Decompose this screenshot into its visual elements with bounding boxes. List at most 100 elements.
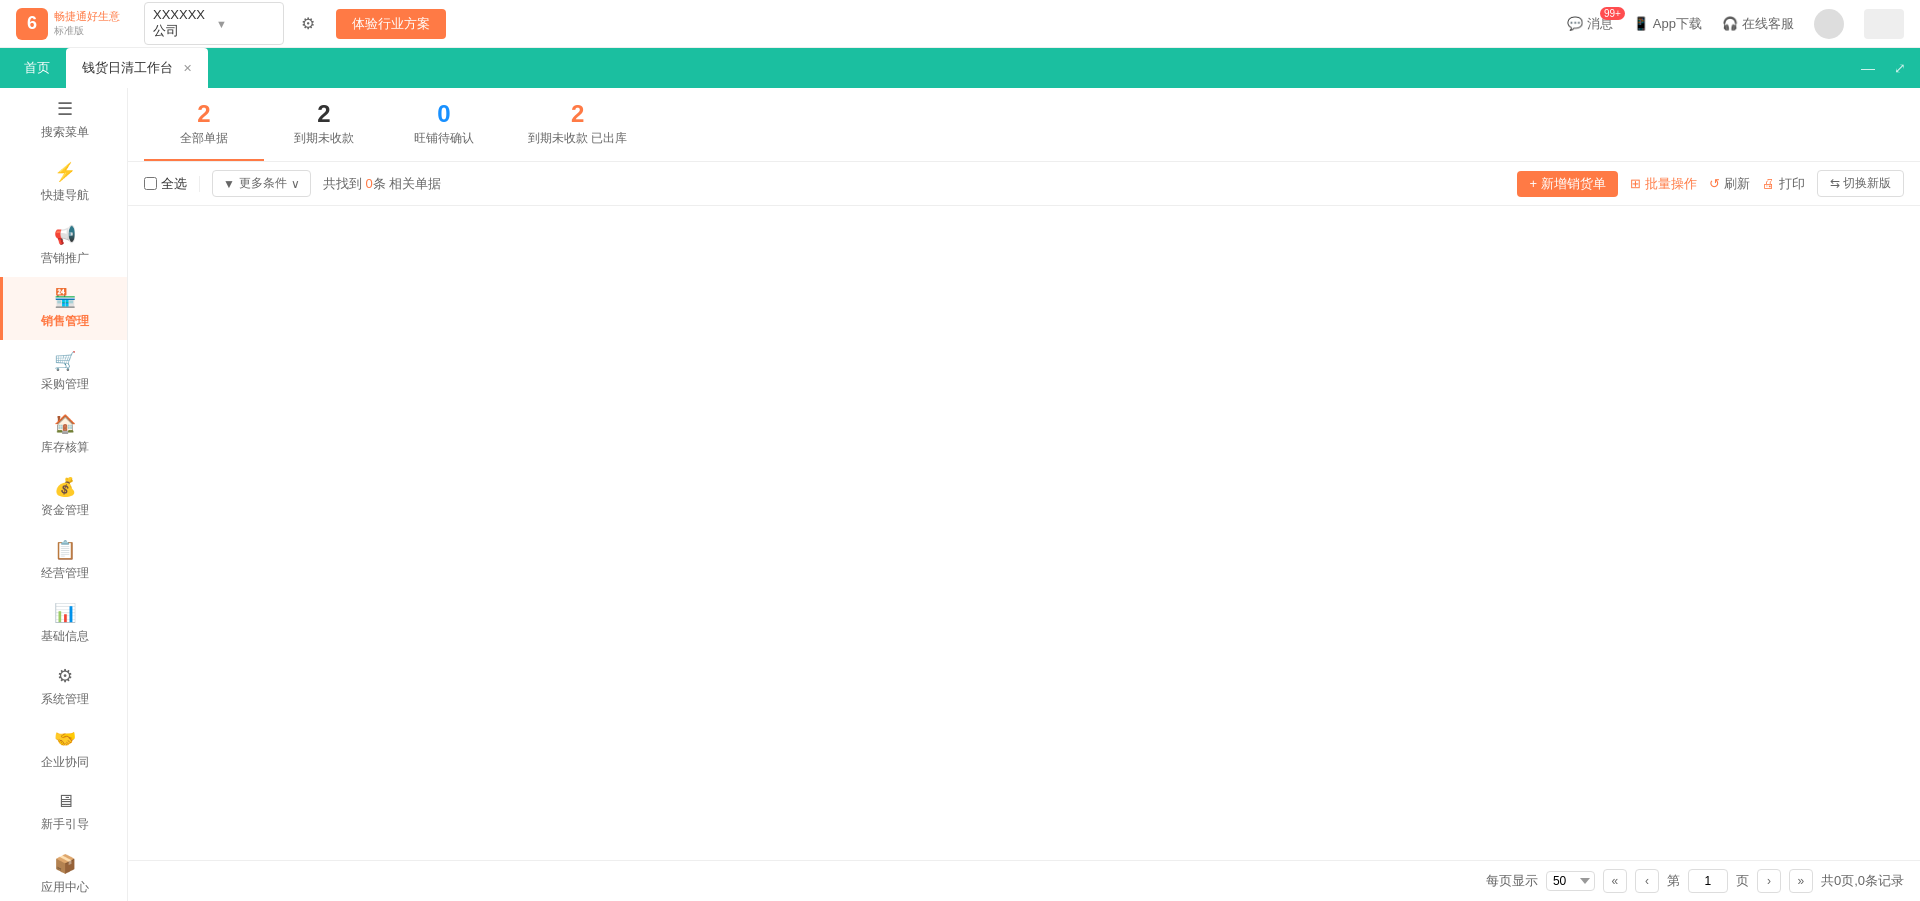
chevron-down-icon: ∨ bbox=[291, 177, 300, 191]
sales-icon: 🏪 bbox=[54, 287, 76, 309]
card-overdue-unpaid-number: 2 bbox=[317, 100, 330, 128]
sidebar-item-quick-nav[interactable]: ⚡ 快捷导航 bbox=[0, 151, 127, 214]
toolbar-divider bbox=[199, 176, 200, 192]
sidebar-item-marketing[interactable]: 📢 营销推广 bbox=[0, 214, 127, 277]
tab-cash-flow[interactable]: 钱货日清工作台 ✕ bbox=[66, 48, 208, 88]
inventory-icon: 🏠 bbox=[54, 413, 76, 435]
filter-icon: ▼ bbox=[223, 177, 235, 191]
nav-tabs: 首页 钱货日清工作台 ✕ — ⤢ bbox=[0, 48, 1920, 88]
page-number-input[interactable] bbox=[1688, 869, 1728, 893]
purchase-icon: 🛒 bbox=[54, 350, 76, 372]
summary-cards: 2 全部单据 2 到期未收款 0 旺铺待确认 2 到期未收款 已出库 bbox=[128, 88, 1920, 162]
online-service-button[interactable]: 🎧 在线客服 bbox=[1722, 15, 1794, 33]
refresh-icon: ↺ bbox=[1709, 176, 1720, 191]
user-info[interactable] bbox=[1864, 9, 1904, 39]
basic-info-icon: 📊 bbox=[54, 602, 76, 624]
logo-area: 6 畅捷通好生意 标准版 bbox=[16, 8, 144, 40]
company-selector[interactable]: XXXXXX公司 ▼ bbox=[144, 2, 284, 45]
top-header: 6 畅捷通好生意 标准版 XXXXXX公司 ▼ ⚙ 体验行业方案 💬 消息 99… bbox=[0, 0, 1920, 48]
logo-tag: 标准版 bbox=[54, 24, 120, 38]
sidebar-item-basic-info[interactable]: 📊 基础信息 bbox=[0, 592, 127, 655]
last-page-button[interactable]: » bbox=[1789, 869, 1813, 893]
card-wangpu-pending[interactable]: 0 旺铺待确认 bbox=[384, 88, 504, 161]
corp-coop-icon: 🤝 bbox=[54, 728, 76, 750]
tab-minimize-button[interactable]: — bbox=[1856, 56, 1880, 80]
card-all-number: 2 bbox=[197, 100, 210, 128]
batch-operations-button[interactable]: ⊞ 批量操作 bbox=[1630, 175, 1697, 193]
print-button[interactable]: 🖨 打印 bbox=[1762, 175, 1805, 193]
new-sales-order-button[interactable]: + 新增销货单 bbox=[1517, 171, 1617, 197]
card-wangpu-label: 旺铺待确认 bbox=[414, 130, 474, 147]
messages-badge: 99+ bbox=[1600, 7, 1625, 20]
chevron-down-icon: ▼ bbox=[216, 18, 275, 30]
card-overdue-unshipped-number: 2 bbox=[571, 100, 584, 128]
print-icon: 🖨 bbox=[1762, 176, 1775, 191]
table-area bbox=[128, 206, 1920, 860]
sidebar-item-corp-coop[interactable]: 🤝 企业协同 bbox=[0, 718, 127, 781]
card-overdue-unpaid-label: 到期未收款 bbox=[294, 130, 354, 147]
page-suffix: 页 bbox=[1736, 872, 1749, 890]
match-number: 0 bbox=[366, 176, 373, 191]
app-center-icon: 📦 bbox=[54, 853, 76, 875]
card-overdue-unshipped-label: 到期未收款 已出库 bbox=[528, 130, 627, 147]
sys-mgmt-icon: ⚙ bbox=[57, 665, 73, 687]
settings-button[interactable]: ⚙ bbox=[292, 8, 324, 40]
page-label: 第 bbox=[1667, 872, 1680, 890]
more-filter-button[interactable]: ▼ 更多条件 ∨ bbox=[212, 170, 311, 197]
trial-button[interactable]: 体验行业方案 bbox=[336, 9, 446, 39]
message-icon: 💬 bbox=[1567, 16, 1583, 31]
page-size-select[interactable]: 50 10 20 100 bbox=[1546, 871, 1595, 891]
prev-page-button[interactable]: ‹ bbox=[1635, 869, 1659, 893]
newbie-icon: 🖥 bbox=[56, 791, 74, 812]
sidebar-item-app-center[interactable]: 📦 应用中心 bbox=[0, 843, 127, 901]
sidebar-item-operations[interactable]: 📋 经营管理 bbox=[0, 529, 127, 592]
sidebar-item-purchase-mgmt[interactable]: 🛒 采购管理 bbox=[0, 340, 127, 403]
sidebar-item-sys-mgmt[interactable]: ⚙ 系统管理 bbox=[0, 655, 127, 718]
main-layout: ☰ 搜索菜单 ⚡ 快捷导航 📢 营销推广 🏪 销售管理 🛒 采购管理 🏠 库存核… bbox=[0, 88, 1920, 901]
sidebar: ☰ 搜索菜单 ⚡ 快捷导航 📢 营销推广 🏪 销售管理 🛒 采购管理 🏠 库存核… bbox=[0, 88, 128, 901]
quick-nav-icon: ⚡ bbox=[54, 161, 76, 183]
search-menu-icon: ☰ bbox=[57, 98, 73, 120]
tab-maximize-button[interactable]: ⤢ bbox=[1888, 56, 1912, 80]
select-all-checkbox[interactable]: 全选 bbox=[144, 175, 187, 193]
sidebar-item-inventory[interactable]: 🏠 库存核算 bbox=[0, 403, 127, 466]
card-overdue-unpaid[interactable]: 2 到期未收款 bbox=[264, 88, 384, 161]
header-right: 💬 消息 99+ 📱 App下载 🎧 在线客服 bbox=[1567, 9, 1904, 39]
tab-home[interactable]: 首页 bbox=[8, 48, 66, 88]
logo-name: 畅捷通好生意 bbox=[54, 9, 120, 23]
company-name: XXXXXX公司 bbox=[153, 7, 212, 40]
card-overdue-unshipped[interactable]: 2 到期未收款 已出库 bbox=[504, 88, 651, 161]
app-download-button[interactable]: 📱 App下载 bbox=[1633, 15, 1702, 33]
download-icon: 📱 bbox=[1633, 16, 1649, 31]
sidebar-item-search-menu[interactable]: ☰ 搜索菜单 bbox=[0, 88, 127, 151]
sidebar-item-newbie[interactable]: 🖥 新手引导 bbox=[0, 781, 127, 843]
sidebar-item-sales-mgmt[interactable]: 🏪 销售管理 bbox=[0, 277, 127, 340]
messages-button[interactable]: 💬 消息 99+ bbox=[1567, 15, 1613, 33]
nav-tabs-right: — ⤢ bbox=[1856, 56, 1912, 80]
switch-new-version-button[interactable]: ⇆ 切换新版 bbox=[1817, 170, 1904, 197]
total-count-label: 共0页,0条记录 bbox=[1821, 872, 1904, 890]
select-all-input[interactable] bbox=[144, 177, 157, 190]
refresh-button[interactable]: ↺ 刷新 bbox=[1709, 175, 1750, 193]
sidebar-item-finance[interactable]: 💰 资金管理 bbox=[0, 466, 127, 529]
first-page-button[interactable]: « bbox=[1603, 869, 1627, 893]
toolbar-right: + 新增销货单 ⊞ 批量操作 ↺ 刷新 🖨 打印 ⇆ 切换新版 bbox=[1517, 170, 1904, 197]
finance-icon: 💰 bbox=[54, 476, 76, 498]
marketing-icon: 📢 bbox=[54, 224, 76, 246]
card-all[interactable]: 2 全部单据 bbox=[144, 88, 264, 161]
avatar[interactable] bbox=[1814, 9, 1844, 39]
service-icon: 🎧 bbox=[1722, 16, 1738, 31]
batch-icon: ⊞ bbox=[1630, 176, 1641, 191]
tab-close-icon[interactable]: ✕ bbox=[183, 62, 192, 75]
operations-icon: 📋 bbox=[54, 539, 76, 561]
pagination: 每页显示 50 10 20 100 « ‹ 第 页 › » 共0页,0条记录 bbox=[128, 860, 1920, 901]
logo-icon: 6 bbox=[16, 8, 48, 40]
card-all-label: 全部单据 bbox=[180, 130, 228, 147]
card-wangpu-number: 0 bbox=[437, 100, 450, 128]
main-content: 2 全部单据 2 到期未收款 0 旺铺待确认 2 到期未收款 已出库 全选 bbox=[128, 88, 1920, 901]
match-count-text: 共找到 0条 相关单据 bbox=[323, 175, 441, 193]
next-page-button[interactable]: › bbox=[1757, 869, 1781, 893]
per-page-label: 每页显示 bbox=[1486, 872, 1538, 890]
switch-icon: ⇆ bbox=[1830, 176, 1840, 190]
toolbar: 全选 ▼ 更多条件 ∨ 共找到 0条 相关单据 + 新增销货单 ⊞ 批量操作 ↺… bbox=[128, 162, 1920, 206]
